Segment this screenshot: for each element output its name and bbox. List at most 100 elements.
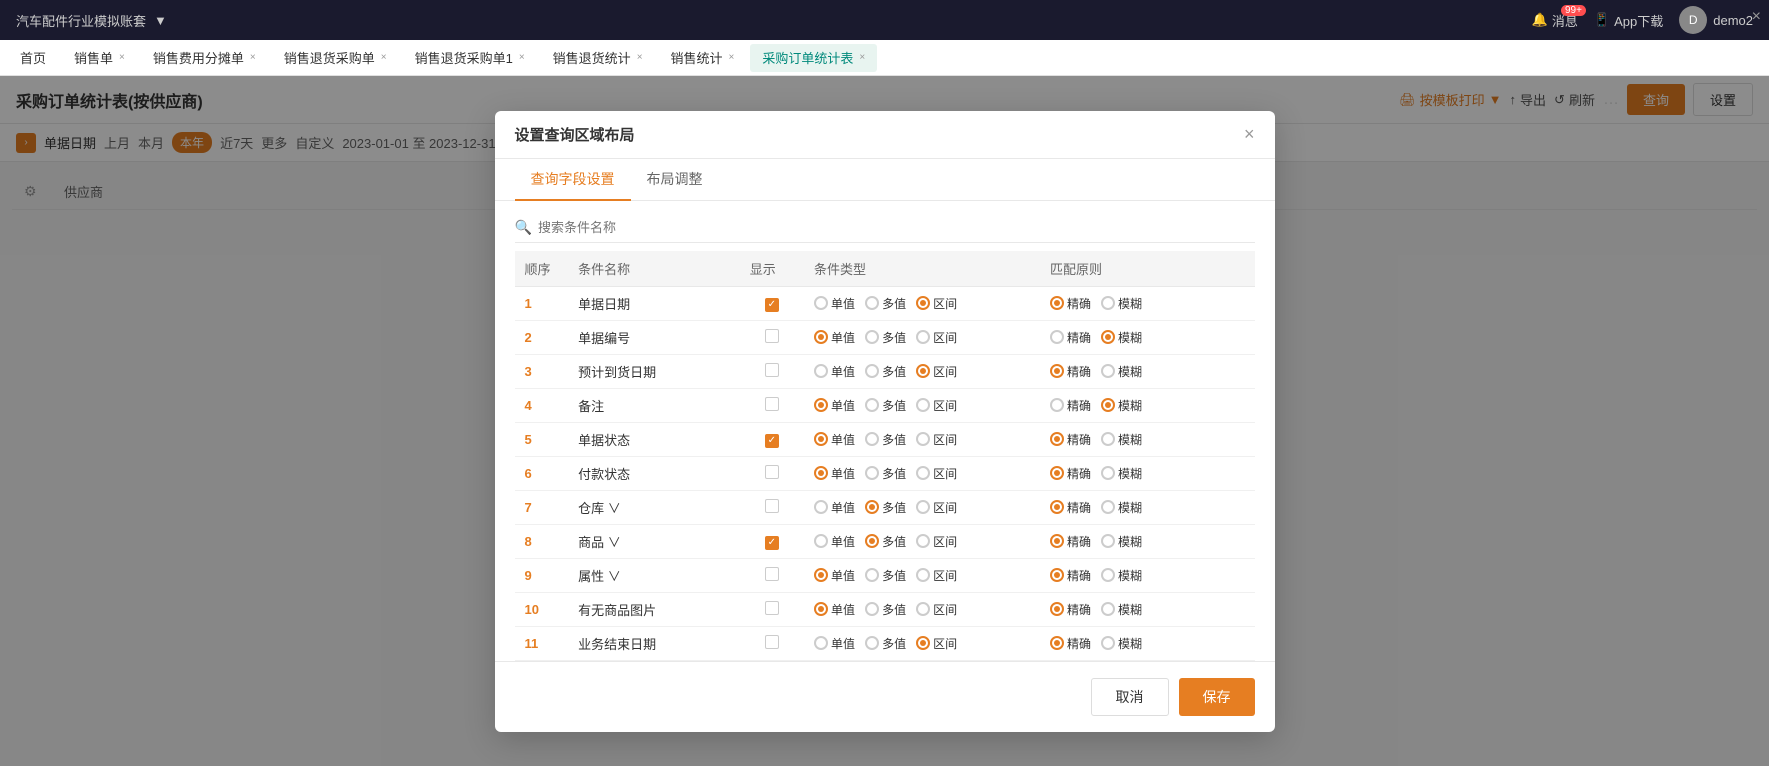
type-radio-item[interactable]: 多值 [865,499,906,516]
type-radio-item[interactable]: 多值 [865,363,906,380]
display-checkbox[interactable] [765,499,779,513]
match-radio-item[interactable]: 模糊 [1101,635,1142,652]
type-radio-item[interactable]: 单值 [814,465,855,482]
display-checkbox[interactable] [765,363,779,377]
row-display[interactable] [740,320,804,354]
match-radio-item[interactable]: 精确 [1050,431,1091,448]
row-display[interactable] [740,626,804,660]
type-radio-item[interactable]: 多值 [865,329,906,346]
tab-tab4-close[interactable]: × [519,52,525,63]
match-radio-item[interactable]: 模糊 [1101,499,1142,516]
row-display[interactable] [740,422,804,456]
type-radio-item[interactable]: 单值 [814,601,855,618]
type-radio-item[interactable]: 多值 [865,295,906,312]
type-radio-item[interactable]: 区间 [916,567,957,584]
tab-sales-order[interactable]: 销售单 × [62,44,137,72]
match-radio-item[interactable]: 精确 [1050,295,1091,312]
row-display[interactable] [740,490,804,524]
display-checkbox[interactable] [765,298,779,312]
display-checkbox[interactable] [765,567,779,581]
tab-purchase-stats-close[interactable]: × [859,52,865,63]
row-display[interactable] [740,354,804,388]
type-radio-item[interactable]: 区间 [916,397,957,414]
type-radio-item[interactable]: 区间 [916,363,957,380]
tab-sales-expense-close[interactable]: × [250,52,256,63]
save-button[interactable]: 保存 [1179,678,1255,716]
row-display[interactable] [740,524,804,558]
match-radio-item[interactable]: 模糊 [1101,567,1142,584]
type-radio-item[interactable]: 区间 [916,601,957,618]
top-close-button[interactable]: × [1752,8,1761,26]
type-radio-item[interactable]: 区间 [916,329,957,346]
display-checkbox[interactable] [765,465,779,479]
modal-tab-query-fields[interactable]: 查询字段设置 [515,159,631,201]
display-checkbox[interactable] [765,601,779,615]
display-checkbox[interactable] [765,329,779,343]
row-display[interactable] [740,592,804,626]
tab-purchase-stats[interactable]: 采购订单统计表 × [750,44,877,72]
dropdown-icon[interactable]: ▼ [154,13,167,28]
cancel-button[interactable]: 取消 [1091,678,1169,716]
match-radio-item[interactable]: 模糊 [1101,601,1142,618]
type-radio-item[interactable]: 多值 [865,465,906,482]
match-radio-item[interactable]: 模糊 [1101,533,1142,550]
type-radio-item[interactable]: 单值 [814,329,855,346]
row-display[interactable] [740,287,804,321]
type-radio-item[interactable]: 多值 [865,397,906,414]
match-radio-item[interactable]: 精确 [1050,533,1091,550]
row-display[interactable] [740,388,804,422]
modal-close-button[interactable]: × [1244,124,1255,145]
tab-tab6-close[interactable]: × [729,52,735,63]
type-radio-item[interactable]: 单值 [814,431,855,448]
user-area[interactable]: D demo2 [1679,6,1753,34]
match-radio-item[interactable]: 精确 [1050,635,1091,652]
type-radio-item[interactable]: 多值 [865,567,906,584]
tab-tab3[interactable]: 销售退货采购单 × [272,44,399,72]
type-radio-item[interactable]: 单值 [814,295,855,312]
match-radio-item[interactable]: 模糊 [1101,465,1142,482]
tab-tab4[interactable]: 销售退货采购单1 × [403,44,537,72]
tab-home[interactable]: 首页 [8,44,58,72]
type-radio-item[interactable]: 多值 [865,635,906,652]
type-radio-item[interactable]: 区间 [916,431,957,448]
match-radio-item[interactable]: 模糊 [1101,431,1142,448]
notification-area[interactable]: 🔔 消息 99+ [1532,11,1578,30]
type-radio-item[interactable]: 单值 [814,363,855,380]
match-radio-item[interactable]: 精确 [1050,397,1091,414]
match-radio-item[interactable]: 精确 [1050,567,1091,584]
app-download[interactable]: 📱 App下载 [1594,11,1663,30]
type-radio-item[interactable]: 单值 [814,635,855,652]
tab-tab5-close[interactable]: × [637,52,643,63]
display-checkbox[interactable] [765,434,779,448]
display-checkbox[interactable] [765,635,779,649]
display-checkbox[interactable] [765,397,779,411]
tab-sales-expense[interactable]: 销售费用分摊单 × [141,44,268,72]
match-radio-item[interactable]: 模糊 [1101,363,1142,380]
match-radio-item[interactable]: 精确 [1050,329,1091,346]
display-checkbox[interactable] [765,536,779,550]
modal-search-input[interactable] [538,220,1255,235]
type-radio-item[interactable]: 单值 [814,499,855,516]
match-radio-item[interactable]: 精确 [1050,363,1091,380]
match-radio-item[interactable]: 模糊 [1101,295,1142,312]
type-radio-item[interactable]: 区间 [916,499,957,516]
type-radio-item[interactable]: 区间 [916,465,957,482]
match-radio-item[interactable]: 精确 [1050,601,1091,618]
row-display[interactable] [740,456,804,490]
tab-sales-order-close[interactable]: × [119,52,125,63]
tab-tab6[interactable]: 销售统计 × [659,44,747,72]
type-radio-item[interactable]: 多值 [865,431,906,448]
modal-tab-layout-adjust[interactable]: 布局调整 [631,159,719,201]
match-radio-item[interactable]: 精确 [1050,465,1091,482]
type-radio-item[interactable]: 区间 [916,635,957,652]
match-radio-item[interactable]: 模糊 [1101,329,1142,346]
type-radio-item[interactable]: 多值 [865,533,906,550]
tab-tab5[interactable]: 销售退货统计 × [541,44,655,72]
type-radio-item[interactable]: 多值 [865,601,906,618]
type-radio-item[interactable]: 单值 [814,567,855,584]
type-radio-item[interactable]: 区间 [916,533,957,550]
type-radio-item[interactable]: 单值 [814,533,855,550]
match-radio-item[interactable]: 精确 [1050,499,1091,516]
tab-tab3-close[interactable]: × [381,52,387,63]
type-radio-item[interactable]: 区间 [916,295,957,312]
